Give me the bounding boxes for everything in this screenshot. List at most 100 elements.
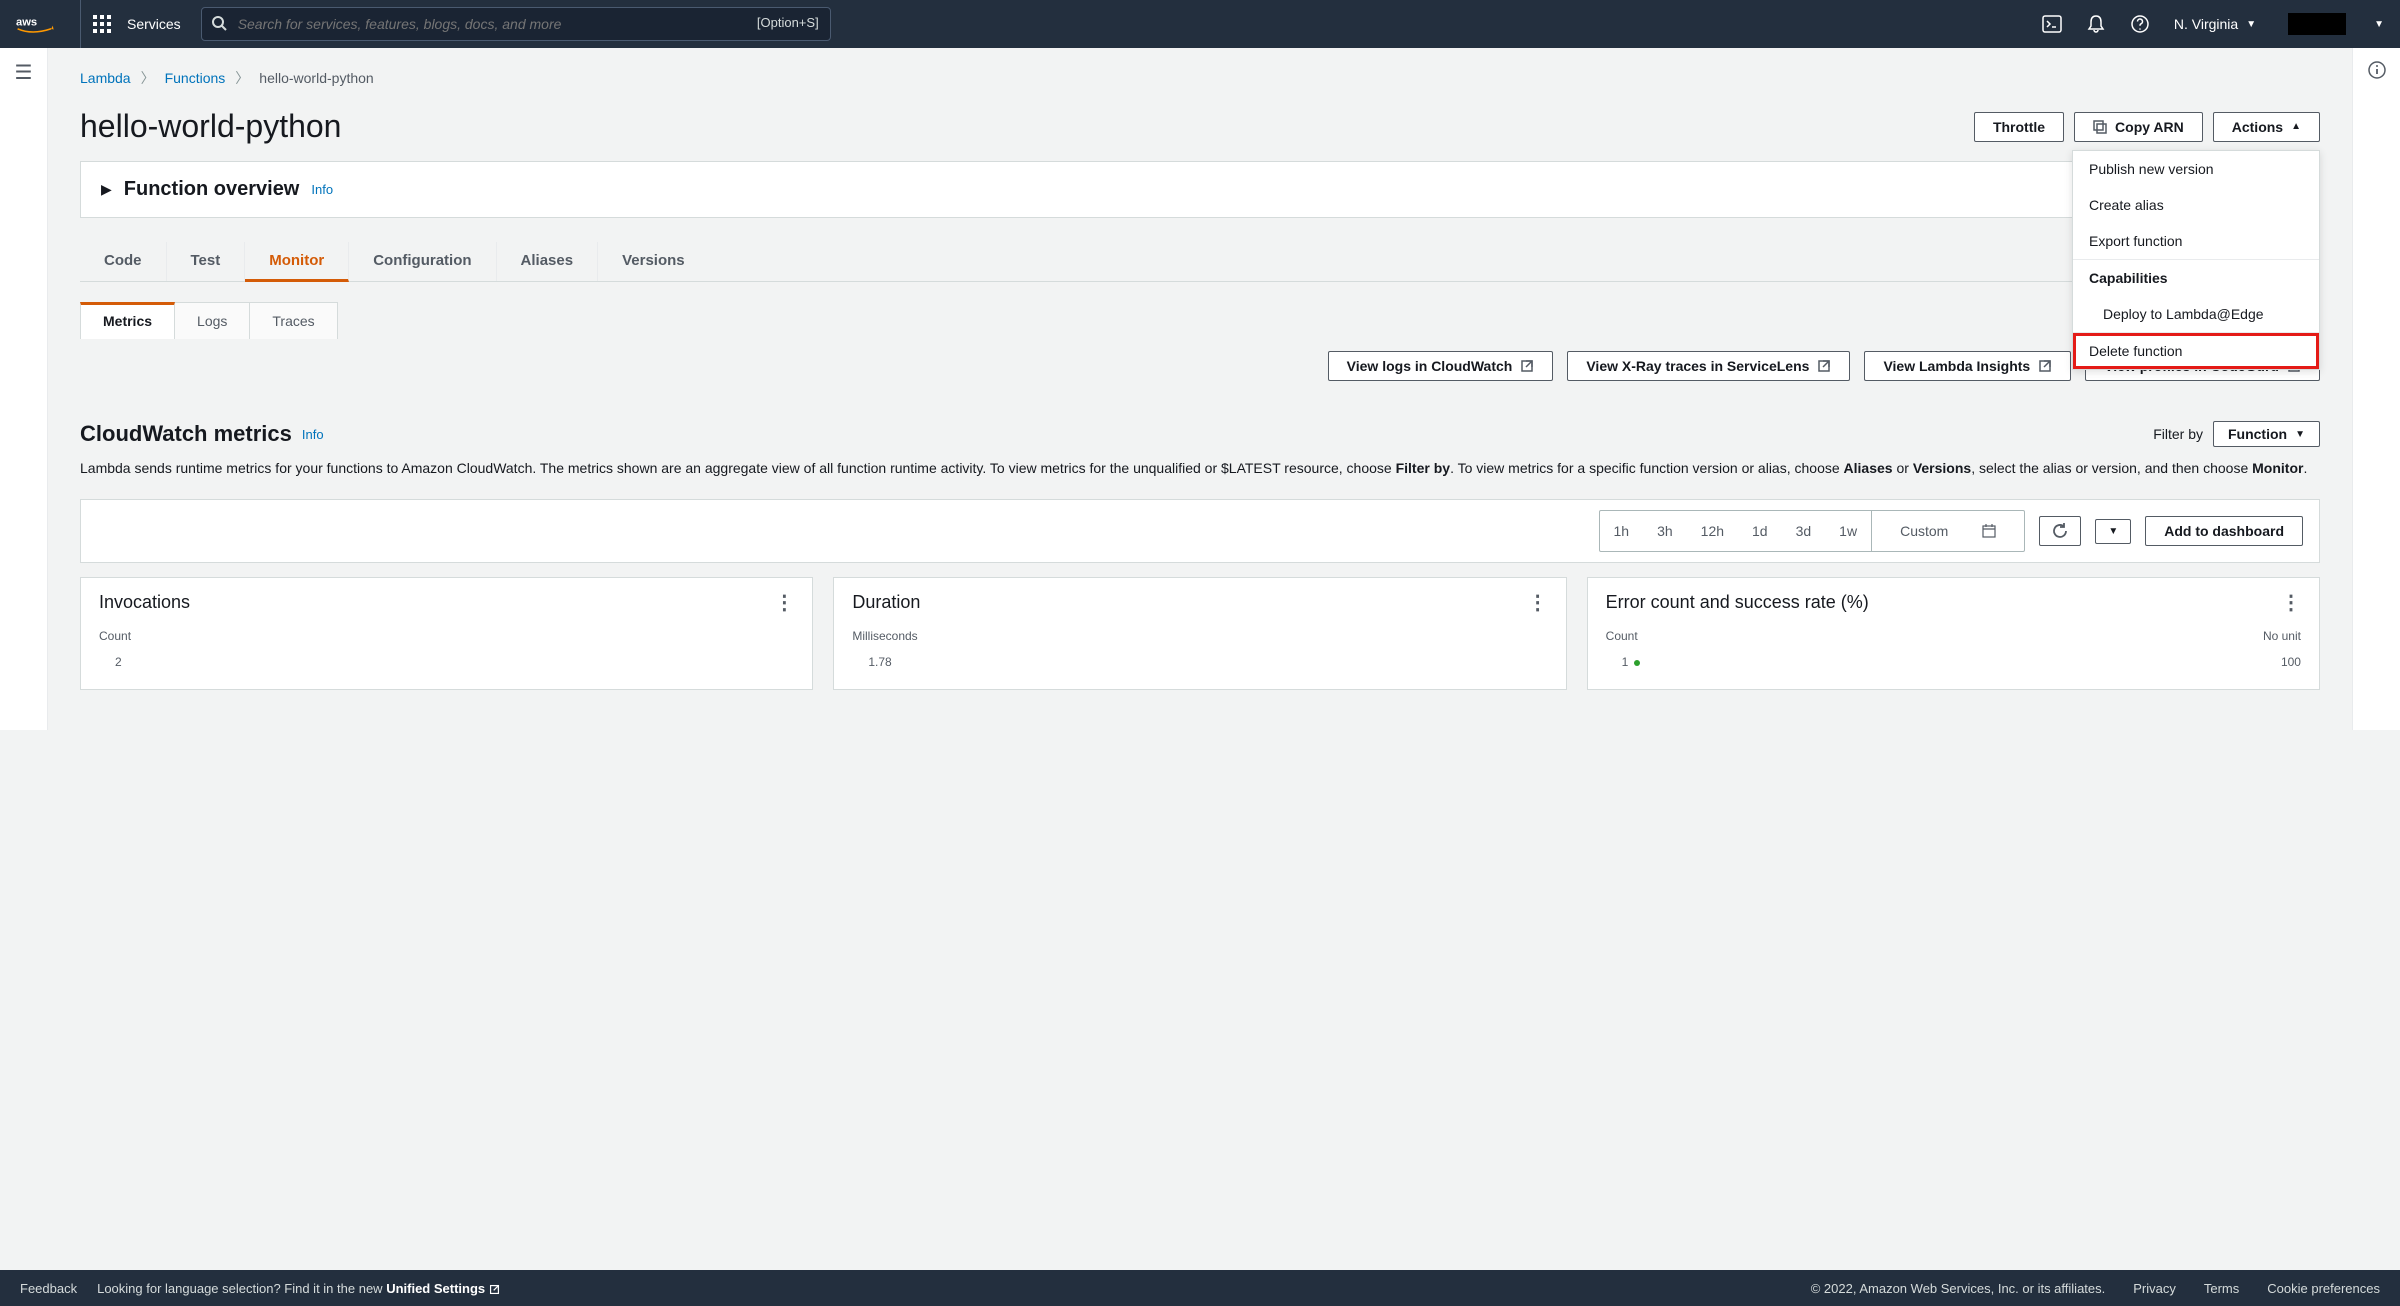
help-icon[interactable]: [2130, 14, 2150, 34]
search-box: [Option+S]: [201, 7, 831, 41]
search-shortcut: [Option+S]: [757, 15, 819, 30]
menu-capabilities-heading: Capabilities: [2073, 260, 2319, 296]
copy-arn-label: Copy ARN: [2115, 119, 2184, 135]
footer-copyright: © 2022, Amazon Web Services, Inc. or its…: [1811, 1281, 2106, 1296]
cloudwatch-metrics-header: CloudWatch metrics Info Filter by Functi…: [80, 421, 2320, 447]
footer: Feedback Looking for language selection?…: [0, 1270, 2400, 1306]
region-label: N. Virginia: [2174, 16, 2238, 32]
range-1h[interactable]: 1h: [1600, 517, 1644, 545]
range-3d[interactable]: 3d: [1782, 517, 1826, 545]
menu-deploy-lambda-edge[interactable]: Deploy to Lambda@Edge: [2073, 296, 2319, 332]
chart-error-success: Error count and success rate (%) ⋮ Count…: [1587, 577, 2320, 690]
range-12h[interactable]: 12h: [1687, 517, 1738, 545]
data-point-dot-icon: [1634, 660, 1640, 666]
info-icon[interactable]: [2367, 60, 2387, 80]
menu-create-alias[interactable]: Create alias: [2073, 187, 2319, 223]
tab-versions[interactable]: Versions: [598, 242, 709, 281]
services-grid-icon[interactable]: [81, 15, 123, 33]
footer-lang-hint: Looking for language selection? Find it …: [97, 1281, 500, 1296]
filter-by-value: Function: [2228, 426, 2287, 442]
caret-up-icon: ▲: [2291, 121, 2301, 132]
header-actions: Throttle Copy ARN Actions ▲: [1974, 112, 2320, 142]
caret-down-icon: ▼: [2295, 429, 2305, 440]
tab-test[interactable]: Test: [167, 242, 246, 281]
chevron-right-icon: 〉: [235, 68, 249, 88]
hamburger-icon[interactable]: ☰: [15, 60, 33, 85]
range-1w[interactable]: 1w: [1825, 517, 1871, 545]
range-1d[interactable]: 1d: [1738, 517, 1782, 545]
top-nav: aws Services [Option+S] N. Virginia ▼ ▼: [0, 0, 2400, 48]
terms-link[interactable]: Terms: [2204, 1281, 2239, 1296]
view-logs-cloudwatch-button[interactable]: View logs in CloudWatch: [1328, 351, 1554, 381]
add-to-dashboard-button[interactable]: Add to dashboard: [2145, 516, 2303, 546]
actions-label: Actions: [2232, 119, 2283, 135]
cloudshell-icon[interactable]: [2042, 14, 2062, 34]
throttle-button[interactable]: Throttle: [1974, 112, 2064, 142]
search-input[interactable]: [201, 7, 831, 41]
menu-delete-function[interactable]: Delete function: [2073, 333, 2319, 369]
tab-configuration[interactable]: Configuration: [349, 242, 496, 281]
value-left: 2: [115, 655, 122, 669]
filter-by-wrap: Filter by Function ▼: [2153, 421, 2320, 447]
chart-invocations: Invocations ⋮ Count 2: [80, 577, 813, 690]
external-link-icon: [2038, 359, 2052, 373]
tab-monitor[interactable]: Monitor: [245, 242, 349, 282]
region-selector[interactable]: N. Virginia ▼: [2174, 16, 2256, 32]
unified-settings-link[interactable]: Unified Settings: [386, 1281, 500, 1296]
external-link-icon: [1817, 359, 1831, 373]
view-xray-label: View X-Ray traces in ServiceLens: [1586, 358, 1809, 374]
chart-duration: Duration ⋮ Milliseconds 1.78: [833, 577, 1566, 690]
external-link-icon: [489, 1281, 500, 1296]
chart-duration-title: Duration: [852, 592, 920, 613]
info-link[interactable]: Info: [302, 427, 324, 442]
view-xray-button[interactable]: View X-Ray traces in ServiceLens: [1567, 351, 1850, 381]
kebab-icon[interactable]: ⋮: [2281, 590, 2301, 615]
breadcrumb-lambda[interactable]: Lambda: [80, 70, 131, 86]
cookie-prefs-link[interactable]: Cookie preferences: [2267, 1281, 2380, 1296]
major-tabs: Code Test Monitor Configuration Aliases …: [80, 242, 2320, 282]
dropdown-button[interactable]: ▼: [2095, 519, 2131, 544]
function-overview-panel[interactable]: ▶ Function overview Info: [80, 161, 2320, 218]
subtab-metrics[interactable]: Metrics: [80, 302, 175, 339]
sub-tabs: Metrics Logs Traces: [80, 302, 2320, 339]
quicklinks-row: View logs in CloudWatch View X-Ray trace…: [80, 351, 2320, 381]
subtab-logs[interactable]: Logs: [175, 302, 250, 339]
account-menu[interactable]: [2288, 13, 2346, 35]
external-link-icon: [1520, 359, 1534, 373]
refresh-button[interactable]: [2039, 516, 2081, 546]
kebab-icon[interactable]: ⋮: [774, 590, 794, 615]
info-link[interactable]: Info: [311, 182, 333, 197]
actions-button[interactable]: Actions ▲: [2213, 112, 2320, 142]
aws-logo[interactable]: aws: [0, 0, 81, 48]
actions-menu: Publish new version Create alias Export …: [2072, 150, 2320, 370]
right-rail: [2352, 48, 2400, 730]
range-3h[interactable]: 3h: [1643, 517, 1687, 545]
metrics-title: CloudWatch metrics: [80, 421, 292, 447]
privacy-link[interactable]: Privacy: [2133, 1281, 2176, 1296]
unit-left: Count: [99, 629, 131, 643]
menu-publish-new-version[interactable]: Publish new version: [2073, 151, 2319, 187]
page-title: hello-world-python: [80, 108, 341, 145]
caret-down-icon: ▼: [2246, 19, 2256, 30]
range-custom[interactable]: Custom: [1871, 511, 2024, 551]
caret-right-icon: ▶: [101, 181, 112, 198]
subtab-traces[interactable]: Traces: [250, 302, 337, 339]
menu-export-function[interactable]: Export function: [2073, 223, 2319, 259]
range-custom-label: Custom: [1886, 517, 1962, 545]
unit-left: Milliseconds: [852, 629, 917, 643]
services-link[interactable]: Services: [123, 16, 193, 32]
main-content: Lambda 〉 Functions 〉 hello-world-python …: [48, 48, 2352, 730]
kebab-icon[interactable]: ⋮: [1528, 590, 1548, 615]
tab-code[interactable]: Code: [80, 242, 167, 281]
view-lambda-insights-button[interactable]: View Lambda Insights: [1864, 351, 2071, 381]
feedback-link[interactable]: Feedback: [20, 1281, 77, 1296]
notifications-icon[interactable]: [2086, 14, 2106, 34]
search-icon: [211, 15, 227, 31]
filter-by-select[interactable]: Function ▼: [2213, 421, 2320, 447]
chart-invocations-title: Invocations: [99, 592, 190, 613]
left-rail: ☰: [0, 48, 48, 730]
breadcrumb-functions[interactable]: Functions: [165, 70, 226, 86]
copy-arn-button[interactable]: Copy ARN: [2074, 112, 2203, 142]
tab-aliases[interactable]: Aliases: [497, 242, 599, 281]
function-overview-title: Function overview: [124, 178, 300, 201]
